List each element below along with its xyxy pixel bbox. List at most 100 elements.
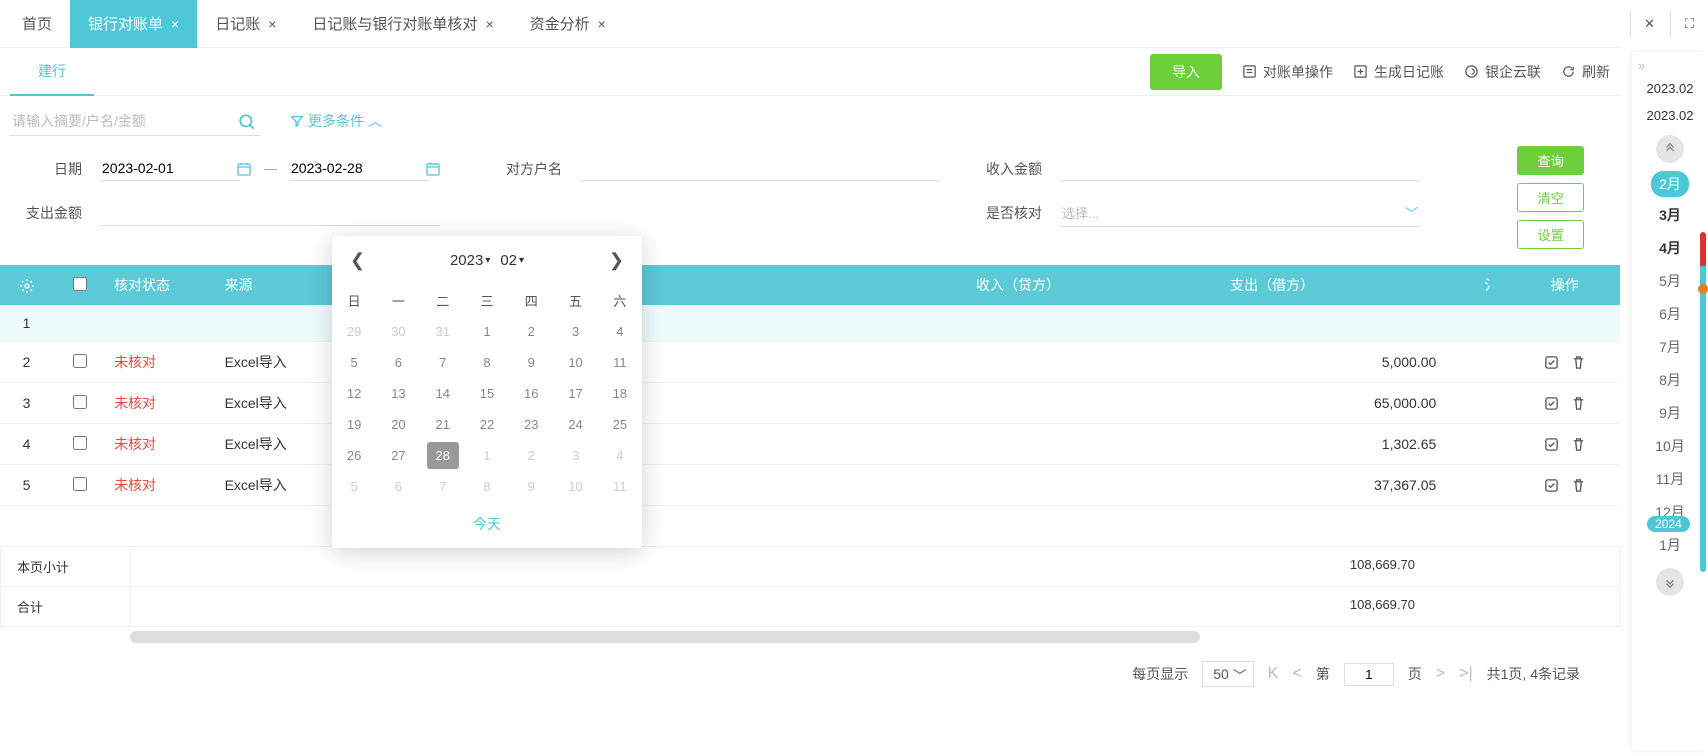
tab-reconcile[interactable]: 日记账与银行对账单核对 × xyxy=(294,0,511,48)
month-10月[interactable]: 10月 xyxy=(1649,431,1691,461)
dp-day[interactable]: 10 xyxy=(553,347,597,378)
row-check-icon[interactable] xyxy=(1544,395,1559,412)
dp-day-next[interactable]: 10 xyxy=(553,471,597,502)
dp-day[interactable]: 4 xyxy=(598,316,642,347)
bill-ops-button[interactable]: 对账单操作 xyxy=(1242,62,1333,82)
dp-day-prev[interactable]: 29 xyxy=(332,316,376,347)
row-checkbox[interactable] xyxy=(73,436,87,450)
fullscreen-icon[interactable]: ⛶ xyxy=(1670,10,1698,38)
collapse-icon[interactable]: » xyxy=(1638,58,1645,73)
month-9月[interactable]: 9月 xyxy=(1653,398,1687,428)
dp-day-next[interactable]: 5 xyxy=(332,471,376,502)
month-6月[interactable]: 6月 xyxy=(1653,299,1687,329)
dp-day[interactable]: 12 xyxy=(332,378,376,409)
dp-day[interactable]: 1 xyxy=(465,316,509,347)
more-filters-toggle[interactable]: 更多条件 ︿ xyxy=(290,111,382,131)
dp-day[interactable]: 18 xyxy=(598,378,642,409)
dp-day[interactable]: 28 xyxy=(427,442,459,469)
close-all-icon[interactable]: ✕ xyxy=(1630,10,1658,38)
page-next-button[interactable]: > xyxy=(1436,665,1445,683)
page-first-button[interactable]: K xyxy=(1268,665,1279,683)
dp-day[interactable]: 19 xyxy=(332,409,376,440)
dp-day[interactable]: 17 xyxy=(553,378,597,409)
dp-day[interactable]: 11 xyxy=(598,347,642,378)
dp-day[interactable]: 26 xyxy=(332,440,376,471)
matched-select[interactable]: 选择... ﹀ xyxy=(1060,199,1420,227)
row-checkbox[interactable] xyxy=(73,477,87,491)
row-delete-icon[interactable] xyxy=(1571,354,1586,371)
dp-day-next[interactable]: 9 xyxy=(509,471,553,502)
month-5月[interactable]: 5月 xyxy=(1653,266,1687,296)
month-4月[interactable]: 4月 xyxy=(1653,233,1687,263)
gen-journal-button[interactable]: 生成日记账 xyxy=(1353,62,1444,82)
dp-day-next[interactable]: 1 xyxy=(465,440,509,471)
per-page-select[interactable]: 50 ﹀ xyxy=(1202,661,1254,687)
row-checkbox[interactable] xyxy=(73,354,87,368)
table-row[interactable]: 2未核对Excel导入5,000.00 xyxy=(0,342,1620,383)
dp-day[interactable]: 22 xyxy=(465,409,509,440)
row-check-icon[interactable] xyxy=(1544,354,1559,371)
table-row[interactable]: 5未核对Excel导入37,367.05 xyxy=(0,465,1620,506)
dp-day[interactable]: 2 xyxy=(509,316,553,347)
horizontal-scrollbar[interactable] xyxy=(130,631,1200,643)
dp-day-prev[interactable]: 31 xyxy=(421,316,465,347)
month-7月[interactable]: 7月 xyxy=(1653,332,1687,362)
expense-input[interactable] xyxy=(100,201,440,226)
dp-year-select[interactable]: 2023▾ xyxy=(450,252,490,269)
dp-day-next[interactable]: 2 xyxy=(509,440,553,471)
check-all[interactable] xyxy=(73,277,87,291)
col-check-all[interactable] xyxy=(53,265,106,305)
import-button[interactable]: 导入 xyxy=(1150,54,1222,90)
dp-day[interactable]: 3 xyxy=(553,316,597,347)
clear-button[interactable]: 清空 xyxy=(1517,183,1584,212)
period-scrollbar[interactable] xyxy=(1700,232,1706,572)
dp-day[interactable]: 21 xyxy=(421,409,465,440)
dp-month-select[interactable]: 02▾ xyxy=(500,252,524,269)
row-check-icon[interactable] xyxy=(1544,477,1559,494)
dp-day-next[interactable]: 6 xyxy=(376,471,420,502)
date-from-input[interactable] xyxy=(100,156,240,181)
page-prev-button[interactable]: < xyxy=(1292,665,1301,683)
row-checkbox[interactable] xyxy=(73,395,87,409)
row-delete-icon[interactable] xyxy=(1571,436,1586,453)
calendar-icon[interactable] xyxy=(236,160,252,177)
close-icon[interactable]: × xyxy=(485,16,493,32)
close-icon[interactable]: × xyxy=(171,16,179,32)
row-delete-icon[interactable] xyxy=(1571,395,1586,412)
page-last-button[interactable]: >| xyxy=(1459,665,1473,683)
dp-day[interactable]: 16 xyxy=(509,378,553,409)
month-8月[interactable]: 8月 xyxy=(1653,365,1687,395)
scroll-up-icon[interactable] xyxy=(1656,135,1684,163)
dp-day[interactable]: 23 xyxy=(509,409,553,440)
table-row[interactable]: 1 xyxy=(0,305,1620,342)
dp-day-next[interactable]: 4 xyxy=(598,440,642,471)
page-input[interactable] xyxy=(1344,663,1394,686)
table-row[interactable]: 4未核对Excel导入1,302.65 xyxy=(0,424,1620,465)
search-input[interactable] xyxy=(10,107,260,136)
dp-day[interactable]: 14 xyxy=(421,378,465,409)
dp-day[interactable]: 15 xyxy=(465,378,509,409)
search-icon[interactable] xyxy=(238,113,256,131)
calendar-icon[interactable] xyxy=(425,160,441,177)
dp-prev-button[interactable]: ❮ xyxy=(350,250,365,271)
row-check-icon[interactable] xyxy=(1544,436,1559,453)
dp-day[interactable]: 9 xyxy=(509,347,553,378)
dp-day[interactable]: 6 xyxy=(376,347,420,378)
sub-tab-ccb[interactable]: 建行 xyxy=(10,48,94,96)
dp-day[interactable]: 24 xyxy=(553,409,597,440)
dp-day-next[interactable]: 7 xyxy=(421,471,465,502)
scroll-down-icon[interactable] xyxy=(1656,568,1684,596)
month-3月[interactable]: 3月 xyxy=(1653,200,1687,230)
query-button[interactable]: 查询 xyxy=(1517,146,1584,175)
tab-home[interactable]: 首页 xyxy=(4,0,70,48)
dp-day-next[interactable]: 11 xyxy=(598,471,642,502)
date-to-input[interactable] xyxy=(289,156,429,181)
tab-journal[interactable]: 日记账 × xyxy=(197,0,294,48)
income-input[interactable] xyxy=(1060,156,1420,181)
dp-day[interactable]: 8 xyxy=(465,347,509,378)
close-icon[interactable]: × xyxy=(268,16,276,32)
month-2月[interactable]: 2月 xyxy=(1651,171,1689,197)
tab-fund-analysis[interactable]: 资金分析 × xyxy=(512,0,624,48)
dp-day[interactable]: 20 xyxy=(376,409,420,440)
dp-day-next[interactable]: 3 xyxy=(553,440,597,471)
